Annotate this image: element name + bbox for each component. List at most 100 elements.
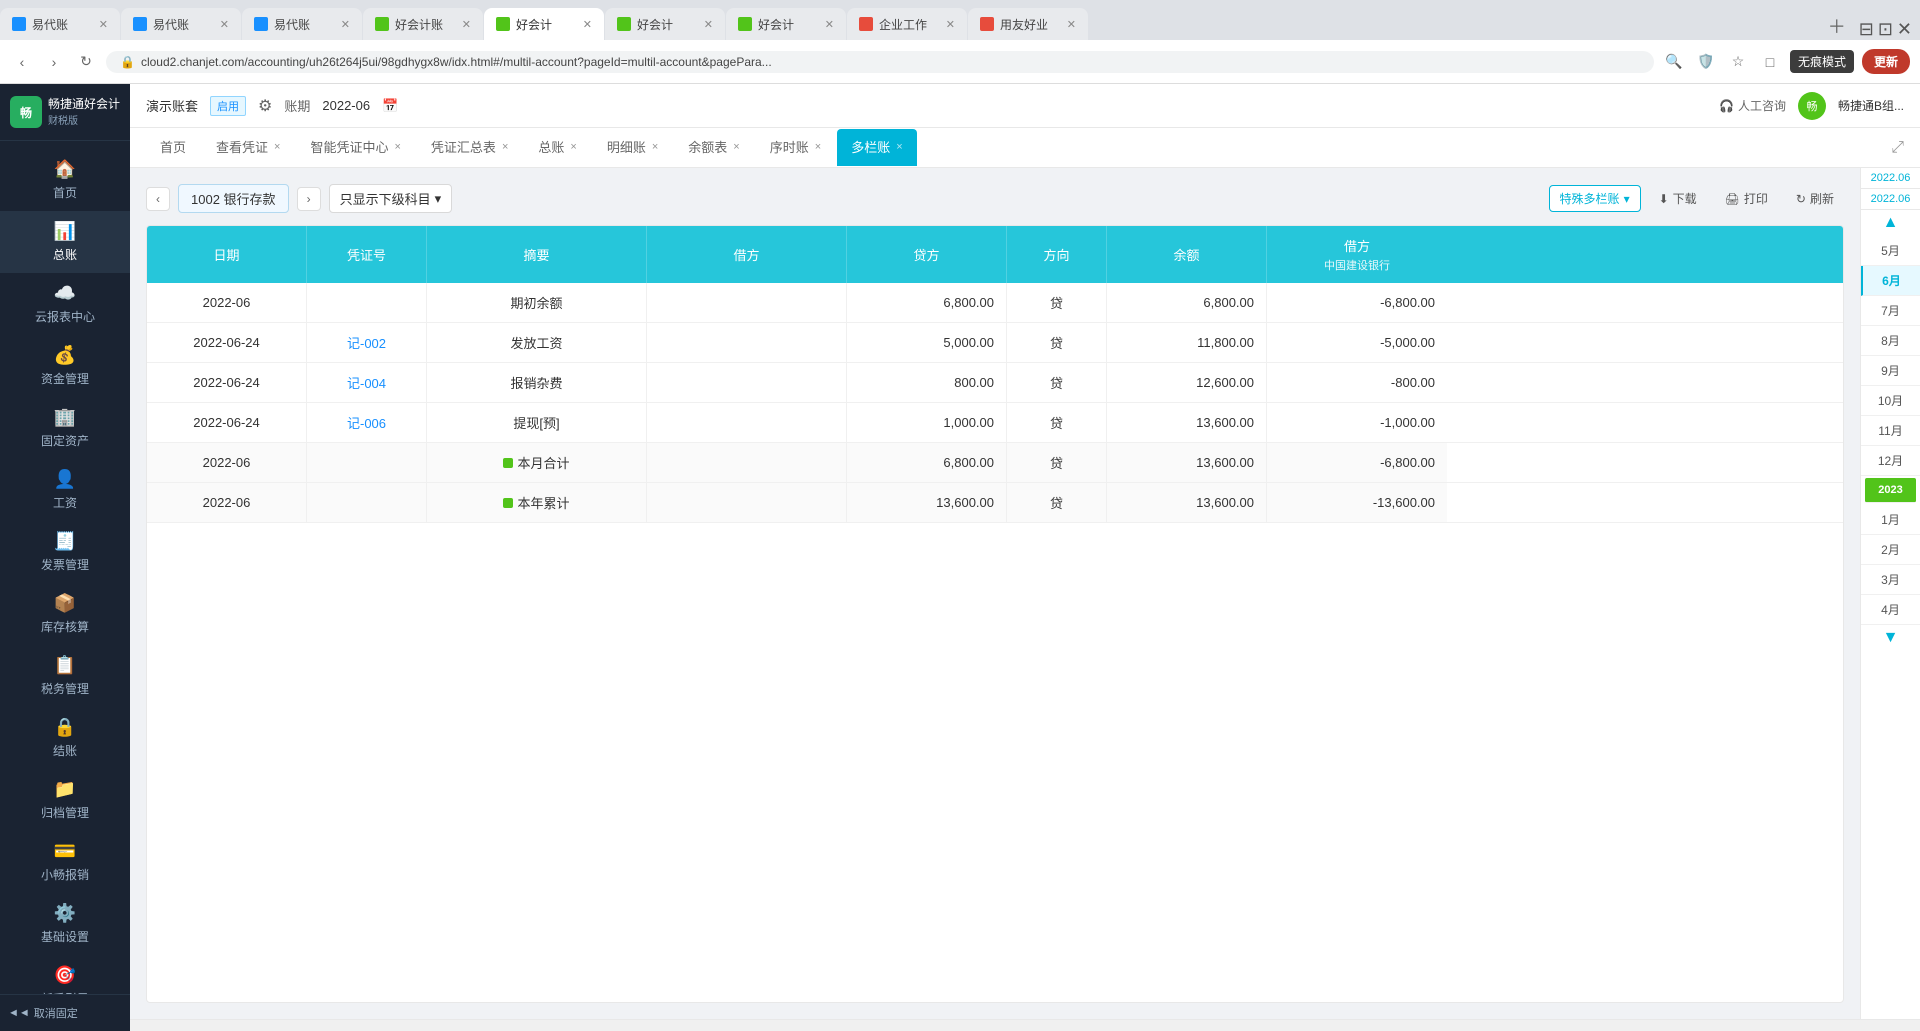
star-icon[interactable]: ☆	[1726, 50, 1750, 74]
browser-tab-2[interactable]: 易代账 ✕	[121, 8, 241, 40]
tab-close-icon[interactable]: ✕	[341, 18, 350, 31]
tab-close-icon[interactable]: ✕	[99, 18, 108, 31]
minimize-button[interactable]: ⊟	[1859, 19, 1874, 40]
prev-account-button[interactable]: ‹	[146, 187, 170, 211]
horizontal-scrollbar[interactable]	[130, 1019, 1920, 1031]
cell-balance: 6,800.00	[1107, 283, 1267, 322]
sidebar-item-home[interactable]: 🏠 首页	[0, 149, 130, 211]
sidebar-item-close-account[interactable]: 🔒 结账	[0, 707, 130, 769]
page-tab-smart-center[interactable]: 智能凭证中心×	[296, 129, 414, 166]
browser-tab-3[interactable]: 易代账 ✕	[242, 8, 362, 40]
download-button[interactable]: ⬇ 下载	[1649, 186, 1707, 211]
sidebar-item-inventory[interactable]: 📦 库存核算	[0, 583, 130, 645]
page-tab-view-voucher[interactable]: 查看凭证×	[202, 129, 294, 166]
account-selector-bar: ‹ 1002 银行存款 › 只显示下级科目 ▾ 特殊多栏账 ▾	[146, 184, 1844, 213]
tab-favicon	[738, 17, 752, 31]
page-tab-close-icon[interactable]: ×	[733, 141, 739, 153]
print-button[interactable]: 🖨 打印	[1715, 186, 1778, 211]
tab-close-icon[interactable]: ✕	[583, 18, 592, 31]
date-nav-item[interactable]: 11月	[1861, 416, 1920, 446]
sidebar-item-fixed-assets[interactable]: 🏢 固定资产	[0, 397, 130, 459]
date-nav-item[interactable]: 4月	[1861, 595, 1920, 625]
date-nav-item[interactable]: 10月	[1861, 386, 1920, 416]
maximize-button[interactable]: ⊡	[1878, 19, 1893, 40]
tab-close-icon[interactable]: ✕	[220, 18, 229, 31]
date-nav-item[interactable]: 2月	[1861, 535, 1920, 565]
sidebar-item-cloud-report[interactable]: ☁️ 云报表中心	[0, 273, 130, 335]
page-tab-journal[interactable]: 序时账×	[756, 129, 835, 166]
next-account-button[interactable]: ›	[297, 187, 321, 211]
date-nav-item[interactable]: 5月	[1861, 236, 1920, 266]
year-badge[interactable]: 2023	[1865, 478, 1916, 503]
back-button[interactable]: ‹	[10, 50, 34, 74]
sidebar-item-expense[interactable]: 💳 小畅报销	[0, 831, 130, 893]
date-nav-item[interactable]: 9月	[1861, 356, 1920, 386]
sidebar-item-invoice-mgmt[interactable]: 🧾 发票管理	[0, 521, 130, 583]
browser-tab-4[interactable]: 好会计账 ✕	[363, 8, 483, 40]
date-nav-item[interactable]: 6月	[1861, 266, 1920, 296]
date-nav-item[interactable]: 7月	[1861, 296, 1920, 326]
tabs-collapse-button[interactable]: ⤢	[1891, 139, 1904, 157]
wuhen-mode-button[interactable]: 无痕模式	[1790, 50, 1854, 73]
page-tab-close-icon[interactable]: ×	[815, 141, 821, 153]
unpin-button[interactable]: ◄◄ 取消固定	[0, 994, 130, 1031]
sidebar-item-general-ledger[interactable]: 📊 总账	[0, 211, 130, 273]
shield-icon[interactable]: 🛡️	[1694, 50, 1718, 74]
reload-button[interactable]: ↻	[74, 50, 98, 74]
page-tab-general-ledger[interactable]: 总账×	[524, 129, 590, 166]
special-multi-account-button[interactable]: 特殊多栏账 ▾	[1549, 185, 1641, 212]
browser-tab-1[interactable]: 易代账 ✕	[0, 8, 120, 40]
period-value: 2022-06	[322, 98, 370, 113]
sidebar-item-tax-mgmt[interactable]: 📋 税务管理	[0, 645, 130, 707]
extensions-icon[interactable]: □	[1758, 50, 1782, 74]
calendar-icon[interactable]: 📅	[382, 98, 398, 114]
date-nav-item[interactable]: 8月	[1861, 326, 1920, 356]
new-tab-button[interactable]: ＋	[1823, 12, 1851, 40]
page-tab-balance-sheet[interactable]: 余额表×	[674, 129, 753, 166]
browser-tab-6[interactable]: 好会计 ✕	[605, 8, 725, 40]
page-tab-close-icon[interactable]: ×	[896, 141, 902, 153]
sidebar-item-basic-settings[interactable]: ⚙️ 基础设置	[0, 893, 130, 955]
tab-close-icon[interactable]: ✕	[704, 18, 713, 31]
browser-tab-8[interactable]: 企业工作 ✕	[847, 8, 967, 40]
sidebar-item-fund-mgmt[interactable]: 💰 资金管理	[0, 335, 130, 397]
browser-tab-7[interactable]: 好会计 ✕	[726, 8, 846, 40]
cell-voucher[interactable]: 记-004	[307, 363, 427, 402]
browser-tab-9[interactable]: 用友好业 ✕	[968, 8, 1088, 40]
tab-close-icon[interactable]: ✕	[462, 18, 471, 31]
forward-button[interactable]: ›	[42, 50, 66, 74]
scroll-down-button[interactable]: ▼	[1861, 625, 1920, 651]
close-window-button[interactable]: ✕	[1897, 19, 1912, 40]
page-tab-multi-column[interactable]: 多栏账×	[837, 129, 916, 166]
settings-icon[interactable]: ⚙	[258, 96, 272, 116]
scroll-up-button[interactable]: ▲	[1861, 210, 1920, 236]
page-tab-home[interactable]: 首页	[146, 129, 200, 166]
page-tab-close-icon[interactable]: ×	[394, 141, 400, 153]
page-tab-close-icon[interactable]: ×	[502, 141, 508, 153]
sidebar-item-salary[interactable]: 👤 工资	[0, 459, 130, 521]
cell-voucher[interactable]: 记-002	[307, 323, 427, 362]
date-nav-item[interactable]: 12月	[1861, 446, 1920, 476]
page-tab-close-icon[interactable]: ×	[570, 141, 576, 153]
update-button[interactable]: 更新	[1862, 49, 1910, 74]
browser-tab-5[interactable]: 好会计 ✕	[484, 8, 604, 40]
tab-close-icon[interactable]: ✕	[1067, 18, 1076, 31]
cell-date: 2022-06	[147, 283, 307, 322]
page-tab-voucher-summary[interactable]: 凭证汇总表×	[417, 129, 522, 166]
sidebar-item-archive[interactable]: 📁 归档管理	[0, 769, 130, 831]
page-tab-close-icon[interactable]: ×	[652, 141, 658, 153]
refresh-button[interactable]: ↻ 刷新	[1786, 186, 1844, 211]
sidebar-item-guide[interactable]: 🎯 新手引导	[0, 955, 130, 994]
filter-select[interactable]: 只显示下级科目 ▾	[329, 184, 453, 213]
tab-close-icon[interactable]: ✕	[946, 18, 955, 31]
page-tab-detail-ledger[interactable]: 明细账×	[593, 129, 672, 166]
address-bar[interactable]: 🔒 cloud2.chanjet.com/accounting/uh26t264…	[106, 51, 1654, 73]
tab-close-icon[interactable]: ✕	[825, 18, 834, 31]
consultant-button[interactable]: 🎧 人工咨询	[1719, 97, 1786, 114]
page-tab-close-icon[interactable]: ×	[274, 141, 280, 153]
date-nav-item[interactable]: 3月	[1861, 565, 1920, 595]
tab-favicon	[980, 17, 994, 31]
cell-voucher[interactable]: 记-006	[307, 403, 427, 442]
search-browser-button[interactable]: 🔍	[1662, 50, 1686, 74]
date-nav-item[interactable]: 1月	[1861, 505, 1920, 535]
